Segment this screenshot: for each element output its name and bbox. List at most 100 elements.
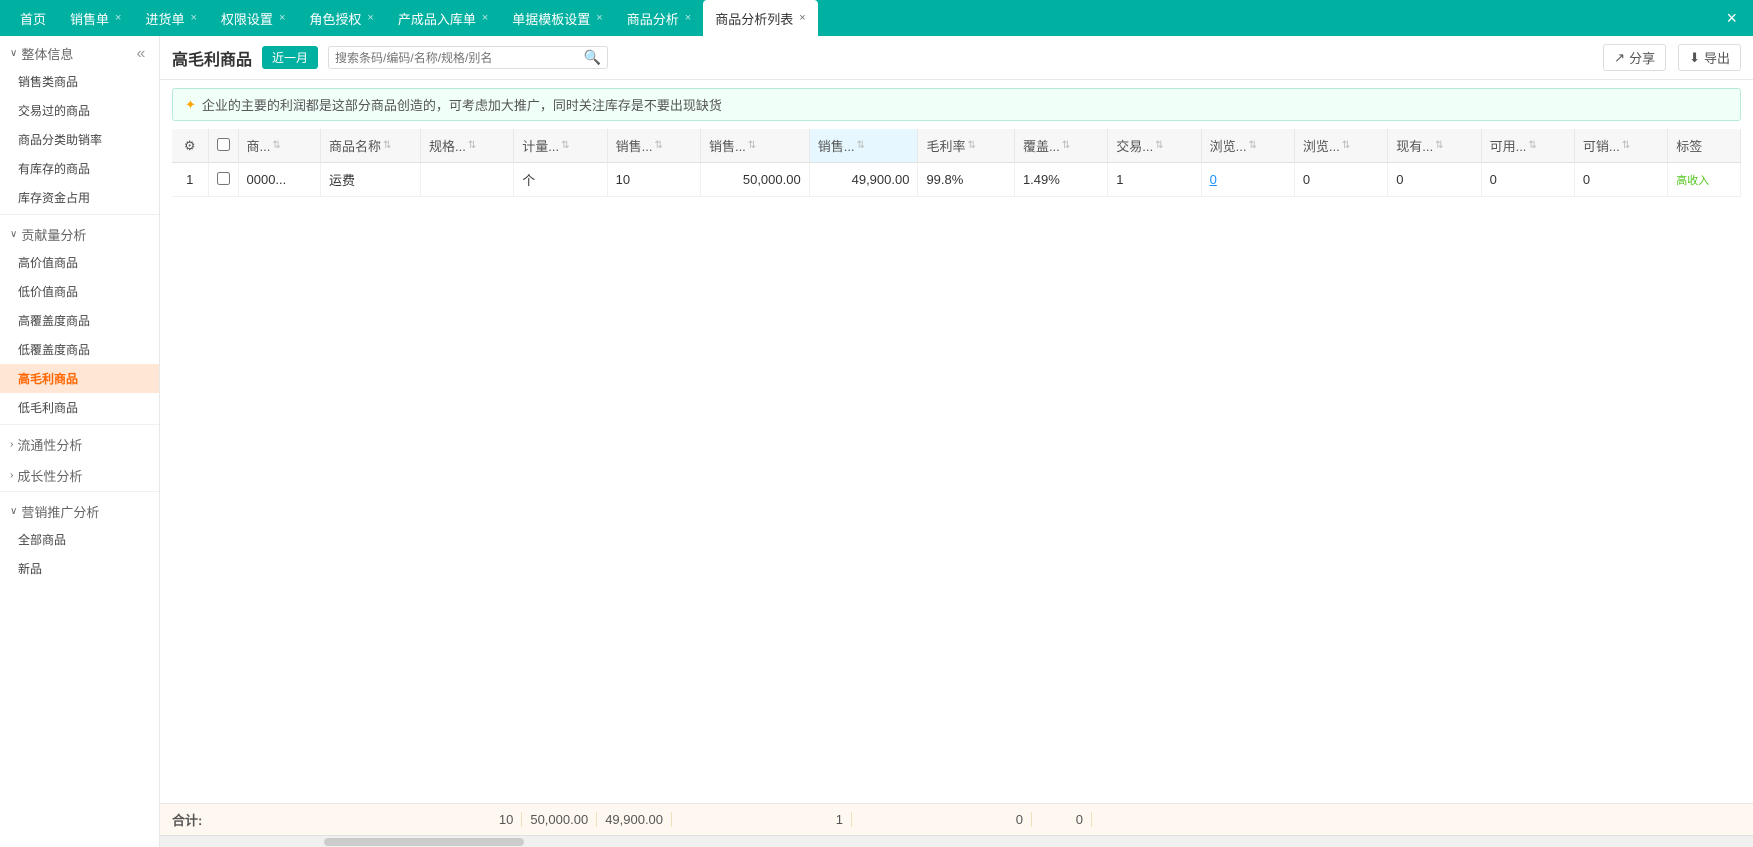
expand-arrow-icon: › (10, 439, 13, 450)
search-icon[interactable]: 🔍 (584, 49, 601, 66)
horizontal-scrollbar[interactable] (160, 835, 1753, 847)
nav-product-in[interactable]: 产成品入库单 × (386, 0, 500, 36)
col-tag-header[interactable]: 标签 (1668, 129, 1741, 163)
header-actions: ↗ 分享 ⬇ 导出 (1603, 44, 1741, 71)
col-sales-qty-header[interactable]: 销售...⇅ (607, 129, 700, 163)
table-row: 1 0000... 运费 个 10 50,000.00 49,900.00 99… (172, 163, 1741, 197)
nav-home[interactable]: 首页 (8, 0, 58, 36)
sidebar-item-low-margin[interactable]: 低毛利商品 (0, 393, 159, 422)
footer-sales-profit: 49,900.00 (597, 812, 672, 827)
close-icon[interactable]: × (596, 12, 602, 24)
sort-icon[interactable]: ⇅ (748, 140, 756, 151)
sort-icon[interactable]: ⇅ (1248, 140, 1256, 151)
col-gross-margin-header[interactable]: 毛利率⇅ (918, 129, 1014, 163)
table-header-row: ⚙ 商...⇅ 商品名称⇅ 规格...⇅ (172, 129, 1741, 163)
col-code-header[interactable]: 商...⇅ (238, 129, 320, 163)
sort-icon[interactable]: ⇅ (561, 140, 569, 151)
col-browse1-header[interactable]: 浏览...⇅ (1201, 129, 1294, 163)
sort-icon[interactable]: ⇅ (967, 140, 975, 151)
sidebar-item-stock-capital[interactable]: 库存资金占用 (0, 183, 159, 212)
sidebar-item-traded-goods[interactable]: 交易过的商品 (0, 96, 159, 125)
col-available-stock-header[interactable]: 可用...⇅ (1481, 129, 1574, 163)
sort-icon[interactable]: ⇅ (468, 140, 476, 151)
share-icon: ↗ (1614, 50, 1625, 66)
sidebar-item-sales-goods[interactable]: 销售类商品 (0, 67, 159, 96)
close-icon[interactable]: × (279, 12, 285, 24)
window-close-button[interactable]: × (1718, 8, 1745, 29)
row-transaction: 1 (1108, 163, 1201, 197)
nav-product-analysis[interactable]: 商品分析 × (615, 0, 703, 36)
sidebar-group-contribution[interactable]: ∨ 贡献量分析 (0, 217, 159, 248)
close-icon[interactable]: × (367, 12, 373, 24)
sort-icon[interactable]: ⇅ (1155, 140, 1163, 151)
page-title: 高毛利商品 (172, 46, 252, 70)
settings-icon[interactable]: ⚙ (184, 138, 196, 153)
sort-icon[interactable]: ⇅ (1342, 140, 1350, 151)
close-icon[interactable]: × (685, 12, 691, 24)
row-index: 1 (172, 163, 208, 197)
sort-icon[interactable]: ⇅ (654, 140, 662, 151)
sidebar-item-new-goods[interactable]: 新品 (0, 554, 159, 583)
nav-purchase-order[interactable]: 进货单 × (133, 0, 208, 36)
nav-permission-settings[interactable]: 权限设置 × (209, 0, 297, 36)
close-icon[interactable]: × (190, 12, 196, 24)
col-sellable-stock-header[interactable]: 可销...⇅ (1574, 129, 1667, 163)
row-checkbox[interactable] (208, 163, 238, 197)
export-button[interactable]: ⬇ 导出 (1678, 44, 1741, 71)
col-sales-amount-header[interactable]: 销售...⇅ (700, 129, 809, 163)
sort-icon[interactable]: ⇅ (1528, 140, 1536, 151)
sidebar-divider (0, 214, 159, 215)
close-icon[interactable]: × (115, 12, 121, 24)
nav-role-auth[interactable]: 角色授权 × (297, 0, 385, 36)
search-box: 🔍 (328, 46, 608, 69)
col-current-stock-header[interactable]: 现有...⇅ (1388, 129, 1481, 163)
nav-sales-order[interactable]: 销售单 × (58, 0, 133, 36)
sort-icon[interactable]: ⇅ (383, 140, 391, 151)
expand-arrow-icon: ∨ (10, 229, 17, 240)
scrollbar-thumb[interactable] (324, 838, 524, 846)
sidebar-item-stock-goods[interactable]: 有库存的商品 (0, 154, 159, 183)
nav-template-settings[interactable]: 单据模板设置 × (500, 0, 614, 36)
row-sales-qty: 10 (607, 163, 700, 197)
close-icon[interactable]: × (799, 12, 805, 24)
col-settings[interactable]: ⚙ (172, 129, 208, 163)
sidebar-group-growth[interactable]: › 成长性分析 (0, 458, 159, 489)
row-tag: 高收入 (1668, 163, 1741, 197)
top-navigation: 首页 销售单 × 进货单 × 权限设置 × 角色授权 × 产成品入库单 × 单据… (0, 0, 1753, 36)
sidebar-collapse-button[interactable]: « (131, 44, 151, 64)
export-icon: ⬇ (1689, 50, 1700, 66)
share-button[interactable]: ↗ 分享 (1603, 44, 1666, 71)
search-input[interactable] (335, 51, 584, 65)
col-browse2-header[interactable]: 浏览...⇅ (1294, 129, 1387, 163)
col-coverage-header[interactable]: 覆盖...⇅ (1014, 129, 1107, 163)
period-button[interactable]: 近一月 (262, 46, 318, 69)
sidebar: « ∨ 整体信息 销售类商品 交易过的商品 商品分类助销率 有库存的商品 库存资… (0, 36, 160, 847)
sort-icon[interactable]: ⇅ (857, 140, 865, 151)
sidebar-item-low-value[interactable]: 低价值商品 (0, 277, 159, 306)
sort-icon[interactable]: ⇅ (1062, 140, 1070, 151)
select-all-checkbox[interactable] (217, 138, 230, 151)
sort-icon[interactable]: ⇅ (1622, 140, 1630, 151)
close-icon[interactable]: × (482, 12, 488, 24)
sidebar-group-marketing[interactable]: ∨ 营销推广分析 (0, 494, 159, 525)
nav-product-analysis-list[interactable]: 商品分析列表 × (703, 0, 817, 36)
sidebar-item-high-margin[interactable]: 高毛利商品 (0, 364, 159, 393)
row-current-stock: 0 (1388, 163, 1481, 197)
sidebar-item-low-coverage[interactable]: 低覆盖度商品 (0, 335, 159, 364)
col-spec-header[interactable]: 规格...⇅ (420, 129, 513, 163)
sidebar-item-high-value[interactable]: 高价值商品 (0, 248, 159, 277)
sidebar-item-high-coverage[interactable]: 高覆盖度商品 (0, 306, 159, 335)
col-name-header[interactable]: 商品名称⇅ (320, 129, 420, 163)
row-select-checkbox[interactable] (217, 172, 230, 185)
sidebar-divider (0, 424, 159, 425)
footer-available-stock: 0 (1032, 812, 1092, 827)
sort-icon[interactable]: ⇅ (1435, 140, 1443, 151)
col-sales-profit-header[interactable]: 销售...⇅ (809, 129, 918, 163)
row-browse1[interactable]: 0 (1201, 163, 1294, 197)
sidebar-item-all-goods[interactable]: 全部商品 (0, 525, 159, 554)
sidebar-group-liquidity[interactable]: › 流通性分析 (0, 427, 159, 458)
sidebar-item-category-rate[interactable]: 商品分类助销率 (0, 125, 159, 154)
col-unit-header[interactable]: 计量...⇅ (514, 129, 607, 163)
col-transaction-header[interactable]: 交易...⇅ (1108, 129, 1201, 163)
sort-icon[interactable]: ⇅ (272, 140, 280, 151)
